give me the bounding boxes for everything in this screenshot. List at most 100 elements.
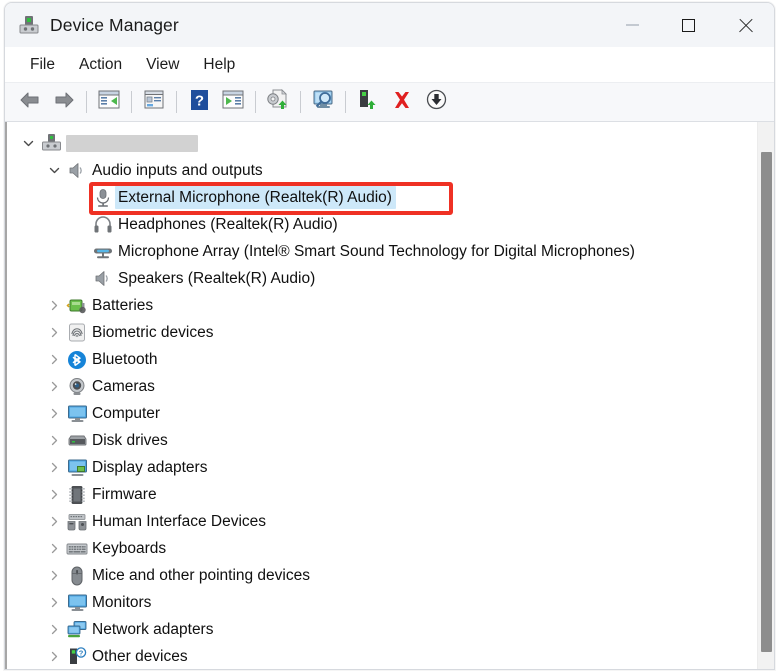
minimize-button[interactable] — [604, 3, 660, 47]
microphone-array-icon — [91, 241, 115, 263]
tree-item-label: Other devices — [92, 648, 188, 665]
chevron-right-icon[interactable] — [43, 408, 65, 419]
chevron-right-icon[interactable] — [43, 624, 65, 635]
tree-item-keyboards[interactable]: Keyboards — [7, 535, 774, 562]
tree-item-headphones[interactable]: Headphones (Realtek(R) Audio) — [7, 211, 774, 238]
other-device-icon: ? — [65, 646, 89, 668]
tree-item-computer-root[interactable] — [7, 130, 774, 157]
chevron-down-icon[interactable] — [17, 138, 39, 149]
tree-item-label: Biometric devices — [92, 324, 214, 341]
help-button[interactable]: ? — [183, 87, 215, 117]
toolbar-separator — [255, 91, 256, 113]
scrollbar-thumb[interactable] — [761, 152, 772, 652]
chevron-right-icon[interactable] — [43, 489, 65, 500]
tree-item-label: Disk drives — [92, 432, 168, 449]
tree-item-label: Microphone Array (Intel® Smart Sound Tec… — [118, 243, 635, 260]
tree-item-computer[interactable]: Computer — [7, 400, 774, 427]
menu-view[interactable]: View — [135, 53, 190, 77]
headphones-icon — [91, 214, 115, 236]
tree-item-label: Audio inputs and outputs — [92, 162, 263, 179]
menu-action[interactable]: Action — [68, 53, 133, 77]
update-driver-icon — [266, 89, 290, 115]
tree-item-speakers[interactable]: Speakers (Realtek(R) Audio) — [7, 265, 774, 292]
network-adapter-icon — [65, 619, 89, 641]
microphone-icon — [91, 187, 115, 209]
toolbar-separator — [300, 91, 301, 113]
tree-item-human-interface-devices[interactable]: Human Interface Devices — [7, 508, 774, 535]
chevron-right-icon[interactable] — [43, 354, 65, 365]
tree-item-bluetooth[interactable]: Bluetooth — [7, 346, 774, 373]
tree-item-audio-inputs-and-outputs[interactable]: Audio inputs and outputs — [7, 157, 774, 184]
uninstall-device-button[interactable] — [386, 87, 418, 117]
chevron-right-icon[interactable] — [43, 300, 65, 311]
maximize-button[interactable] — [660, 3, 716, 47]
menu-help[interactable]: Help — [192, 53, 246, 77]
device-manager-window: Device Manager File Action View Help ? A… — [4, 2, 775, 670]
svg-text:?: ? — [194, 92, 203, 109]
forward-button[interactable] — [48, 87, 80, 117]
toolbar-separator — [86, 91, 87, 113]
tree-item-label: Cameras — [92, 378, 155, 395]
tree-item-label: Keyboards — [92, 540, 167, 557]
disk-drive-icon — [65, 430, 89, 452]
tree-item-biometric-devices[interactable]: Biometric devices — [7, 319, 774, 346]
tree-item-other-devices[interactable]: ? Other devices — [7, 643, 774, 669]
tree-item-external-microphone[interactable]: External Microphone (Realtek(R) Audio) — [7, 184, 774, 211]
forward-arrow-icon — [53, 91, 75, 114]
tree-item-mice-and-other-pointing-devices[interactable]: Mice and other pointing devices — [7, 562, 774, 589]
chevron-right-icon[interactable] — [43, 597, 65, 608]
tree-item-disk-drives[interactable]: Disk drives — [7, 427, 774, 454]
redacted-computer-name — [66, 135, 198, 152]
tree-item-monitors[interactable]: Monitors — [7, 589, 774, 616]
tree-item-firmware[interactable]: Firmware — [7, 481, 774, 508]
tree-item-label: Speakers (Realtek(R) Audio) — [118, 270, 316, 287]
minimize-icon — [625, 24, 639, 26]
tree-item-microphone-array[interactable]: Microphone Array (Intel® Smart Sound Tec… — [7, 238, 774, 265]
menu-file[interactable]: File — [19, 53, 66, 77]
chevron-right-icon[interactable] — [43, 516, 65, 527]
properties-icon — [143, 90, 165, 114]
tree-item-label — [63, 132, 202, 155]
device-manager-icon — [18, 14, 40, 36]
camera-icon — [65, 376, 89, 398]
tree-item-label: Batteries — [92, 297, 154, 314]
chevron-down-icon[interactable] — [43, 165, 65, 176]
keyboard-icon — [65, 538, 89, 560]
maximize-icon — [681, 18, 695, 32]
chevron-right-icon[interactable] — [43, 570, 65, 581]
display-adapter-icon — [65, 457, 89, 479]
properties-button[interactable] — [138, 87, 170, 117]
tree-item-label: External Microphone (Realtek(R) Audio) — [115, 186, 396, 209]
tree-item-display-adapters[interactable]: Display adapters — [7, 454, 774, 481]
disable-device-button[interactable] — [420, 87, 452, 117]
close-button[interactable] — [716, 3, 774, 47]
firmware-chip-icon — [65, 484, 89, 506]
chevron-right-icon[interactable] — [43, 462, 65, 473]
enable-device-button[interactable] — [352, 87, 384, 117]
tree-item-network-adapters[interactable]: Network adapters — [7, 616, 774, 643]
red-x-icon — [392, 90, 412, 115]
tree-item-batteries[interactable]: Batteries — [7, 292, 774, 319]
scan-hardware-changes-button[interactable] — [307, 87, 339, 117]
tree-item-cameras[interactable]: Cameras — [7, 373, 774, 400]
speaker-icon — [65, 160, 89, 182]
toolbar-separator — [131, 91, 132, 113]
window-controls — [604, 3, 774, 47]
tree-item-label: Firmware — [92, 486, 157, 503]
show-hide-action-pane-button[interactable] — [217, 87, 249, 117]
tree-item-label: Mice and other pointing devices — [92, 567, 310, 584]
chevron-right-icon[interactable] — [43, 435, 65, 446]
vertical-scrollbar[interactable] — [757, 122, 774, 669]
device-tree-panel: Audio inputs and outputs External Microp… — [5, 122, 774, 669]
chevron-right-icon[interactable] — [43, 543, 65, 554]
chevron-right-icon[interactable] — [43, 327, 65, 338]
bluetooth-icon — [65, 349, 89, 371]
show-hide-console-tree-button[interactable] — [93, 87, 125, 117]
toolbar: ? — [5, 83, 774, 122]
console-tree-icon — [98, 90, 120, 114]
svg-text:?: ? — [79, 648, 84, 657]
back-button[interactable] — [14, 87, 46, 117]
chevron-right-icon[interactable] — [43, 381, 65, 392]
chevron-right-icon[interactable] — [43, 651, 65, 662]
update-driver-button[interactable] — [262, 87, 294, 117]
